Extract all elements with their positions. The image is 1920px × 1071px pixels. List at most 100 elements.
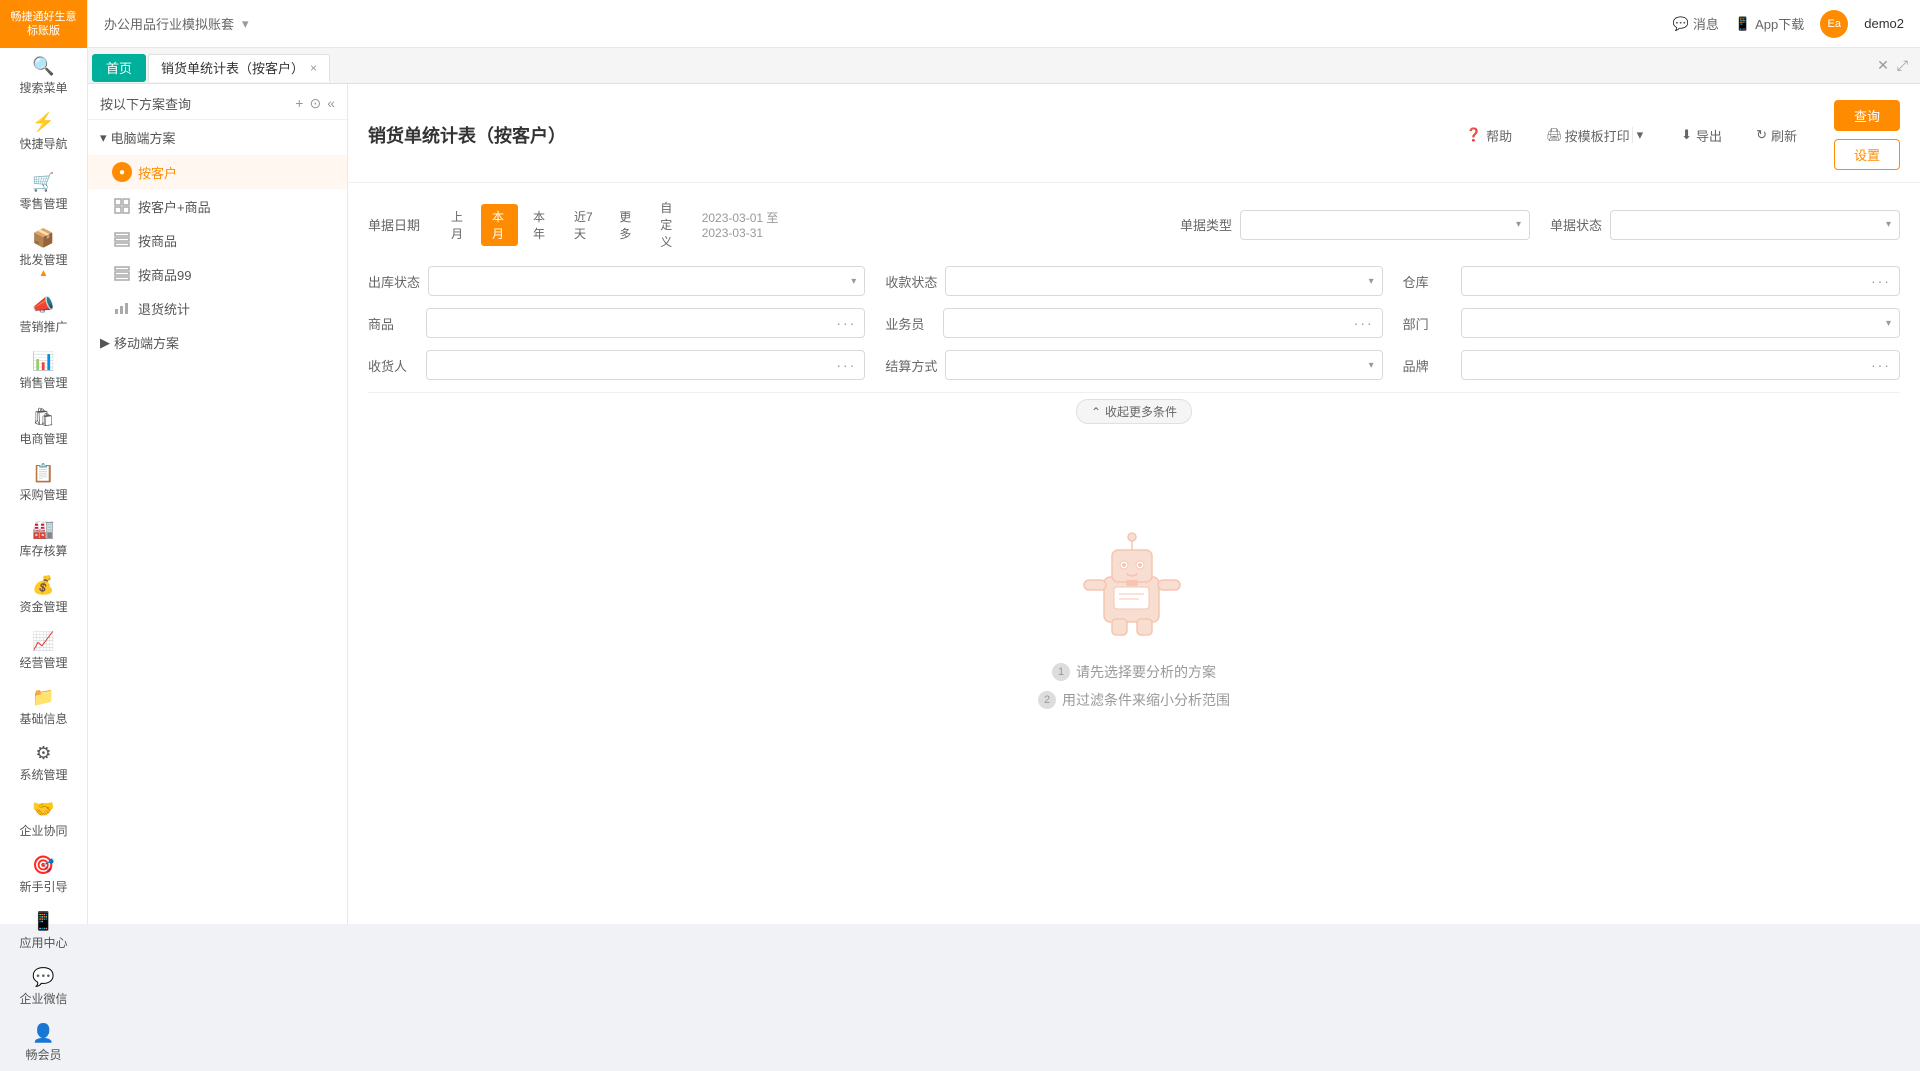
date-btn-7days[interactable]: 近7天 — [563, 204, 604, 246]
out-status-select[interactable] — [428, 266, 865, 296]
order-status-select[interactable] — [1610, 210, 1900, 240]
salesman-select[interactable]: ··· — [943, 308, 1382, 338]
date-btn-this-month[interactable]: 本月 — [481, 204, 518, 246]
page-title: 销货单统计表（按客户） — [368, 122, 566, 148]
receiver-select[interactable]: ··· — [426, 350, 865, 380]
scheme-by-customer[interactable]: ● 按客户 — [88, 155, 347, 189]
messages-label: 消息 — [1693, 14, 1719, 33]
sidebar-item-quick-nav[interactable]: ⚡ 快捷导航 — [0, 104, 87, 160]
sidebar-item-retail[interactable]: 🛒 零售管理 — [0, 164, 87, 220]
basic-icon: 📁 — [32, 687, 54, 708]
collapse-up-icon: ⌃ — [1091, 405, 1101, 419]
sidebar-item-label: 新手引导 — [19, 878, 67, 895]
tab-current[interactable]: 销货单统计表（按客户） × — [148, 54, 330, 82]
sidebar-item-label: 零售管理 — [19, 195, 67, 212]
operation-icon: 📈 — [32, 631, 54, 652]
date-btn-last-month[interactable]: 上月 — [440, 204, 477, 246]
content-area: 按以下方案查询 + ⊙ « ▾ 电脑端方案 ● 按客户 — [88, 84, 1920, 924]
sidebar-item-finance[interactable]: 💰 资金管理 — [0, 567, 87, 623]
enterprise-icon: 🤝 — [32, 799, 54, 820]
app-download-button[interactable]: 📱 App下载 — [1735, 14, 1804, 33]
refresh-button[interactable]: ↻ 刷新 — [1747, 121, 1806, 150]
settings-scheme-button[interactable]: ⊙ — [309, 95, 321, 112]
goods-select[interactable]: ··· — [426, 308, 865, 338]
messages-button[interactable]: 💬 消息 — [1673, 14, 1719, 33]
scheme-return-stats[interactable]: 退货统计 — [88, 291, 347, 325]
order-type-select[interactable] — [1240, 210, 1530, 240]
filter-area: 单据日期 上月 本月 本年 近7天 更多 自定义 2023-03-01 至 20… — [348, 183, 1920, 442]
sidebar: 畅捷通好生意 标账版 🔍 搜索菜单 ⚡ 快捷导航 🛒 零售管理 📦 批发管理 ▲… — [0, 0, 88, 924]
settle-method-select[interactable] — [945, 350, 1382, 380]
desktop-scheme-group: ▾ 电脑端方案 ● 按客户 按客户+商品 — [88, 120, 347, 360]
dept-select[interactable] — [1461, 308, 1900, 338]
user-avatar[interactable]: Ea — [1820, 10, 1848, 38]
export-button[interactable]: ⬇ 导出 — [1672, 121, 1731, 150]
left-panel-actions: + ⊙ « — [295, 95, 335, 112]
tab-home[interactable]: 首页 — [92, 54, 146, 82]
sidebar-item-app-center[interactable]: 📱 应用中心 — [0, 903, 87, 959]
scheme-by-customer-goods[interactable]: 按客户+商品 — [88, 189, 347, 223]
download-icon: 📱 — [1735, 16, 1751, 32]
finance-icon: 💰 — [32, 575, 54, 596]
sidebar-item-wechat[interactable]: 💬 企业微信 — [0, 959, 87, 1015]
sidebar-item-sales[interactable]: 📊 销售管理 — [0, 343, 87, 399]
scheme-by-goods-99-icon — [112, 264, 132, 284]
order-status-label: 单据状态 — [1550, 215, 1602, 234]
print-button[interactable]: 🖨 按模板打印 ▾ — [1537, 121, 1656, 150]
date-btn-this-year[interactable]: 本年 — [522, 204, 559, 246]
app-download-label: App下载 — [1755, 14, 1804, 33]
setting-button[interactable]: 设置 — [1834, 139, 1900, 170]
collapse-panel-button[interactable]: « — [327, 95, 335, 112]
filter-row-2: 出库状态 收款状态 仓库 ··· — [368, 266, 1900, 296]
sidebar-item-label: 经营管理 — [19, 654, 67, 671]
top-header: 办公用品行业模拟账套 ▾ 💬 消息 📱 App下载 Ea demo2 — [88, 0, 1920, 48]
sidebar-item-inventory[interactable]: 🏭 库存核算 — [0, 511, 87, 567]
sidebar-item-marketing[interactable]: 📣 营销推广 — [0, 287, 87, 343]
help-button[interactable]: ❓ 帮助 — [1457, 121, 1521, 150]
mobile-group-header[interactable]: ▶ 移动端方案 — [88, 325, 347, 360]
scheme-by-goods[interactable]: 按商品 — [88, 223, 347, 257]
order-status-filter: 单据状态 — [1550, 210, 1900, 240]
query-button[interactable]: 查询 — [1834, 100, 1900, 131]
collapse-button[interactable]: ⌃ 收起更多条件 — [1076, 399, 1192, 424]
sidebar-item-system[interactable]: ⚙ 系统管理 — [0, 735, 87, 791]
scheme-by-goods-label: 按商品 — [138, 231, 177, 250]
tab-bar: 首页 销货单统计表（按客户） × ✕ ⤢ — [88, 48, 1920, 84]
tab-current-label: 销货单统计表（按客户） — [161, 58, 304, 77]
scheme-by-goods-99[interactable]: 按商品99 — [88, 257, 347, 291]
message-icon: 💬 — [1673, 16, 1689, 32]
brand-select[interactable]: ··· — [1461, 350, 1900, 380]
receipt-status-select[interactable] — [945, 266, 1382, 296]
tab-actions: ✕ ⤢ — [1869, 57, 1916, 74]
sidebar-item-purchase[interactable]: 📋 采购管理 — [0, 455, 87, 511]
brand-filter: 品牌 ··· — [1403, 350, 1900, 380]
add-scheme-button[interactable]: + — [295, 95, 303, 112]
sidebar-item-label: 企业微信 — [19, 990, 67, 1007]
app-center-icon: 📱 — [32, 911, 54, 932]
tab-close-button[interactable]: × — [310, 61, 317, 75]
print-dropdown-arrow[interactable]: ▾ — [1632, 127, 1648, 143]
sidebar-item-label: 应用中心 — [19, 934, 67, 951]
desktop-group-header[interactable]: ▾ 电脑端方案 — [88, 120, 347, 155]
maximize-window-button[interactable]: ⤢ — [1897, 57, 1908, 74]
sidebar-item-ecommerce[interactable]: 🛍 电商管理 — [0, 399, 87, 455]
sidebar-item-basic[interactable]: 📁 基础信息 — [0, 679, 87, 735]
settle-method-filter: 结算方式 — [885, 350, 1382, 380]
sidebar-item-wholesale[interactable]: 📦 批发管理 ▲ — [0, 220, 87, 287]
sidebar-item-enterprise[interactable]: 🤝 企业协同 — [0, 791, 87, 847]
restore-window-button[interactable]: ✕ — [1877, 57, 1889, 74]
export-icon: ⬇ — [1681, 127, 1692, 143]
dropdown-arrow-icon[interactable]: ▾ — [242, 16, 249, 32]
date-filter-row: 单据日期 上月 本月 本年 近7天 更多 自定义 2023-03-01 至 20… — [368, 195, 1900, 254]
date-btn-more[interactable]: 更多 — [608, 204, 645, 246]
sidebar-item-label: 搜索菜单 — [19, 79, 67, 96]
retail-icon: 🛒 — [32, 172, 54, 193]
sidebar-item-member[interactable]: 👤 畅会员 — [0, 1015, 87, 1071]
sidebar-item-operation[interactable]: 📈 经营管理 — [0, 623, 87, 679]
collapse-bar: ⌃ 收起更多条件 — [368, 392, 1900, 430]
sidebar-item-search-menu[interactable]: 🔍 搜索菜单 — [0, 48, 87, 104]
warehouse-select[interactable]: ··· — [1461, 266, 1900, 296]
sales-icon: 📊 — [32, 351, 54, 372]
date-btn-custom[interactable]: 自定义 — [649, 195, 694, 254]
sidebar-item-newbie[interactable]: 🎯 新手引导 — [0, 847, 87, 903]
